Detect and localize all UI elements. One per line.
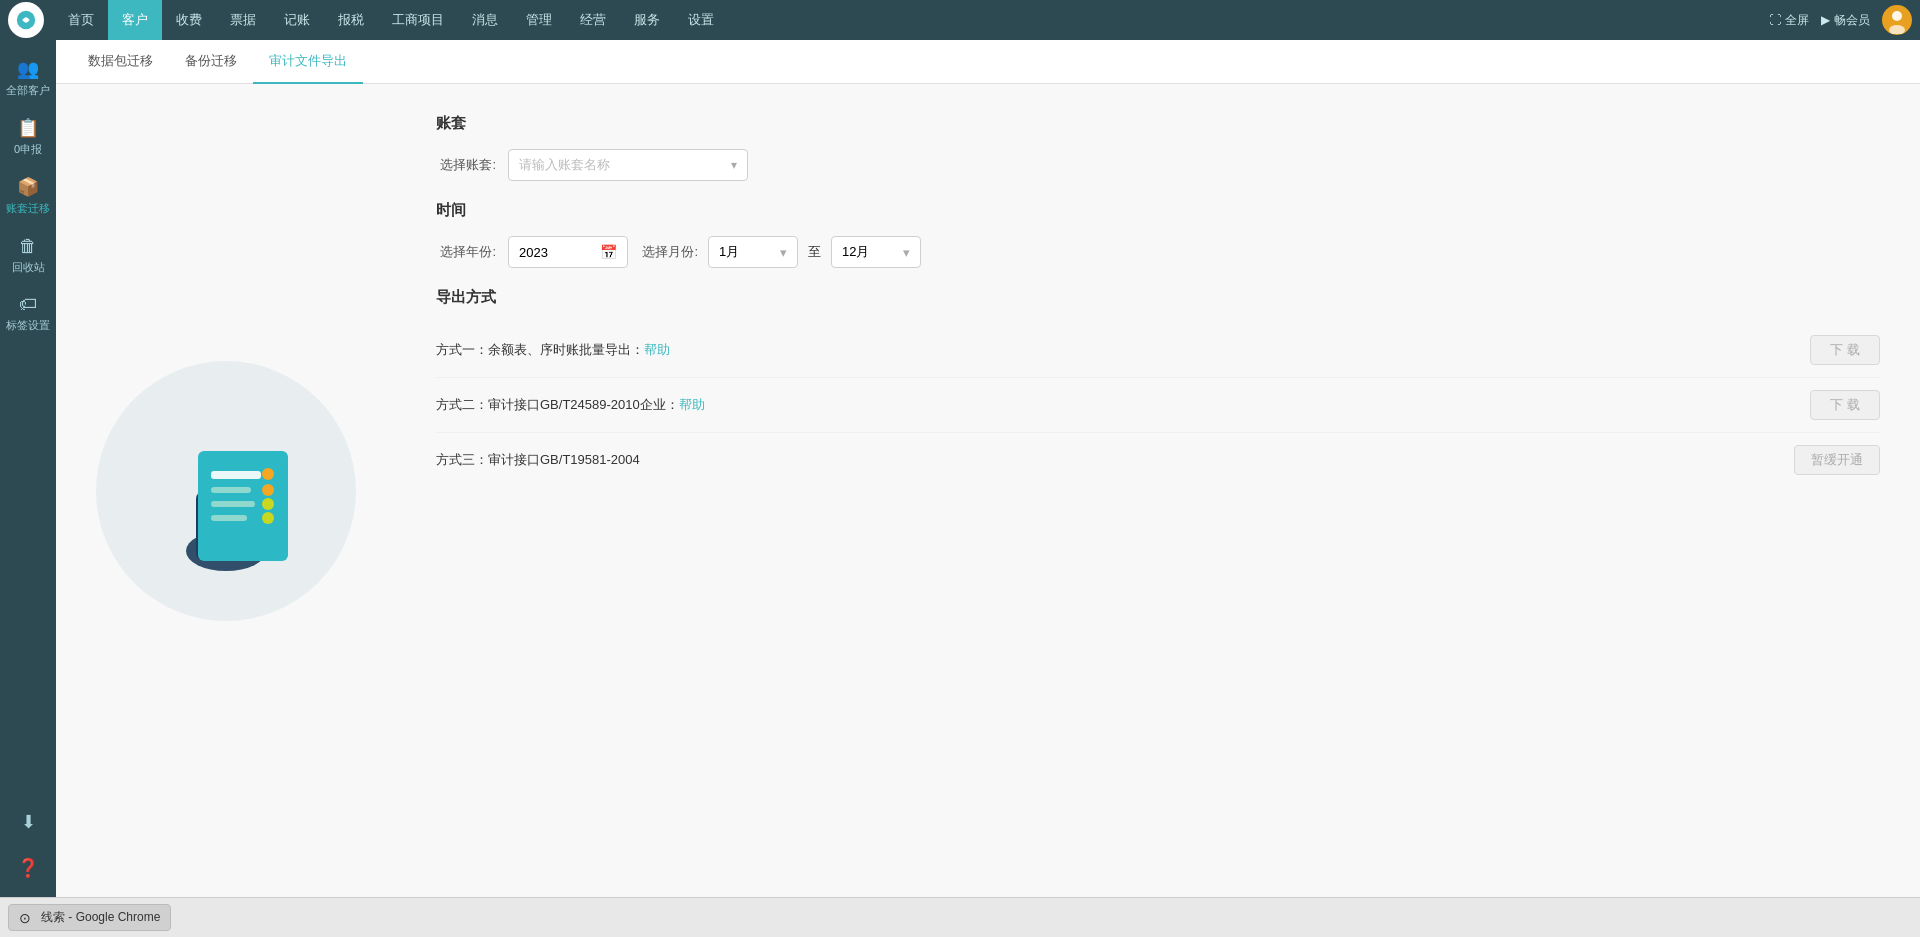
year-input[interactable]: 2023 📅 <box>508 236 628 268</box>
end-month-select[interactable]: 12月 ▾ <box>831 236 921 268</box>
sub-tabs: 数据包迁移 备份迁移 审计文件导出 <box>56 40 1920 84</box>
export-method-3-vip-button[interactable]: 暂缓开通 <box>1794 445 1880 475</box>
sidebar: 👥 全部客户 📋 0申报 📦 账套迁移 🗑 回收站 🏷 标签设置 ⬇ ❓ <box>0 40 56 897</box>
account-select-input[interactable]: 请输入账套名称 ▾ <box>508 149 748 181</box>
top-nav: 首页 客户 收费 票据 记账 报税 工商项目 消息 管理 经营 服务 设置 ⛶ … <box>0 0 1920 40</box>
start-month-select[interactable]: 1月 ▾ <box>708 236 798 268</box>
sidebar-download-icon[interactable]: ⬇ <box>13 803 44 841</box>
to-label: 至 <box>808 243 821 261</box>
export-method-2-text: 方式二：审计接口GB/T24589-2010企业：帮助 <box>436 396 1790 414</box>
export-method-3-row: 方式三：审计接口GB/T19581-2004 暂缓开通 <box>436 433 1880 487</box>
nav-manage[interactable]: 管理 <box>512 0 566 40</box>
fullscreen-button[interactable]: ⛶ 全屏 <box>1769 12 1809 29</box>
select-account-label: 选择账套: <box>436 156 496 174</box>
nav-business[interactable]: 工商项目 <box>378 0 458 40</box>
nav-message[interactable]: 消息 <box>458 0 512 40</box>
chrome-icon: ⊙ <box>19 910 35 926</box>
account-section-title: 账套 <box>436 114 1880 133</box>
export-method-2-help-link[interactable]: 帮助 <box>679 397 705 412</box>
svg-rect-8 <box>211 487 251 493</box>
vip-icon: ▶ <box>1821 13 1830 27</box>
illustration-circle <box>96 361 356 621</box>
nav-customer[interactable]: 客户 <box>108 0 162 40</box>
export-method-1-text: 方式一：余额表、序时账批量导出：帮助 <box>436 341 1790 359</box>
nav-home[interactable]: 首页 <box>54 0 108 40</box>
top-nav-right: ⛶ 全屏 ▶ 畅会员 <box>1769 5 1912 35</box>
end-month-value: 12月 <box>842 243 869 261</box>
svg-point-12 <box>262 484 274 496</box>
main-layout: 👥 全部客户 📋 0申报 📦 账套迁移 🗑 回收站 🏷 标签设置 ⬇ ❓ 数据包… <box>0 40 1920 897</box>
sidebar-label-all-customers: 全部客户 <box>6 84 50 97</box>
sidebar-item-zero-report[interactable]: 📋 0申报 <box>0 107 56 166</box>
migration-icon: 📦 <box>17 176 39 198</box>
taskbar-item-label: 线索 - Google Chrome <box>41 909 160 926</box>
sidebar-label-zero-report: 0申报 <box>14 143 42 156</box>
sidebar-label-recycle: 回收站 <box>12 261 45 274</box>
sidebar-item-tags[interactable]: 🏷 标签设置 <box>0 284 56 342</box>
taskbar-chrome-item[interactable]: ⊙ 线索 - Google Chrome <box>8 904 171 931</box>
nav-service[interactable]: 服务 <box>620 0 674 40</box>
nav-invoice[interactable]: 票据 <box>216 0 270 40</box>
all-customers-icon: 👥 <box>17 58 39 80</box>
export-method-1-help-link[interactable]: 帮助 <box>644 342 670 357</box>
tab-audit-export[interactable]: 审计文件导出 <box>253 40 363 84</box>
sidebar-bottom: ⬇ ❓ <box>9 803 47 897</box>
tags-icon: 🏷 <box>19 294 37 315</box>
nav-tax[interactable]: 报税 <box>324 0 378 40</box>
start-month-value: 1月 <box>719 243 739 261</box>
sidebar-item-migration[interactable]: 📦 账套迁移 <box>0 166 56 225</box>
export-method-1-row: 方式一：余额表、序时账批量导出：帮助 下 载 <box>436 323 1880 378</box>
nav-items: 首页 客户 收费 票据 记账 报税 工商项目 消息 管理 经营 服务 设置 <box>54 0 1769 40</box>
month-label: 选择月份: <box>638 243 698 261</box>
recycle-icon: 🗑 <box>19 236 37 257</box>
svg-rect-9 <box>211 501 255 507</box>
illustration-area <box>56 84 396 897</box>
svg-point-11 <box>262 468 274 480</box>
svg-rect-7 <box>211 471 261 479</box>
account-placeholder: 请输入账套名称 <box>519 156 610 174</box>
sidebar-label-migration: 账套迁移 <box>6 202 50 215</box>
export-method-3-text: 方式三：审计接口GB/T19581-2004 <box>436 451 1774 469</box>
start-month-chevron-icon: ▾ <box>780 245 787 260</box>
tab-data-migration[interactable]: 数据包迁移 <box>72 40 169 84</box>
logo <box>8 2 44 38</box>
time-section-title: 时间 <box>436 201 1880 220</box>
sidebar-item-recycle[interactable]: 🗑 回收站 <box>0 226 56 284</box>
page-body: 账套 选择账套: 请输入账套名称 ▾ 时间 选择年份: 2023 <box>56 84 1920 897</box>
svg-point-13 <box>262 498 274 510</box>
sidebar-label-tags: 标签设置 <box>6 319 50 332</box>
end-month-chevron-icon: ▾ <box>903 245 910 260</box>
taskbar: ⊙ 线索 - Google Chrome <box>0 897 1920 937</box>
export-method-2-download-button[interactable]: 下 载 <box>1810 390 1880 420</box>
avatar[interactable] <box>1882 5 1912 35</box>
fullscreen-icon: ⛶ <box>1769 13 1781 27</box>
nav-fee[interactable]: 收费 <box>162 0 216 40</box>
sidebar-item-all-customers[interactable]: 👥 全部客户 <box>0 48 56 107</box>
illustration-svg <box>136 391 316 591</box>
content-area: 数据包迁移 备份迁移 审计文件导出 <box>56 40 1920 897</box>
nav-bookkeeping[interactable]: 记账 <box>270 0 324 40</box>
year-value: 2023 <box>519 245 548 260</box>
calendar-icon: 📅 <box>600 244 617 260</box>
svg-point-2 <box>1892 11 1902 21</box>
year-label: 选择年份: <box>436 243 496 261</box>
export-method-1-download-button[interactable]: 下 载 <box>1810 335 1880 365</box>
sidebar-help-icon[interactable]: ❓ <box>9 849 47 887</box>
vip-button[interactable]: ▶ 畅会员 <box>1821 12 1870 29</box>
form-area: 账套 选择账套: 请输入账套名称 ▾ 时间 选择年份: 2023 <box>396 84 1920 897</box>
nav-operation[interactable]: 经营 <box>566 0 620 40</box>
time-form-row: 选择年份: 2023 📅 选择月份: 1月 ▾ 至 12月 <box>436 236 1880 268</box>
export-method-2-row: 方式二：审计接口GB/T24589-2010企业：帮助 下 载 <box>436 378 1880 433</box>
time-row: 2023 📅 选择月份: 1月 ▾ 至 12月 ▾ <box>508 236 921 268</box>
svg-rect-10 <box>211 515 247 521</box>
account-form-row: 选择账套: 请输入账套名称 ▾ <box>436 149 1880 181</box>
account-chevron-icon: ▾ <box>731 158 737 172</box>
svg-point-14 <box>262 512 274 524</box>
nav-settings[interactable]: 设置 <box>674 0 728 40</box>
tab-backup-migration[interactable]: 备份迁移 <box>169 40 253 84</box>
zero-report-icon: 📋 <box>17 117 39 139</box>
export-section-title: 导出方式 <box>436 288 1880 307</box>
